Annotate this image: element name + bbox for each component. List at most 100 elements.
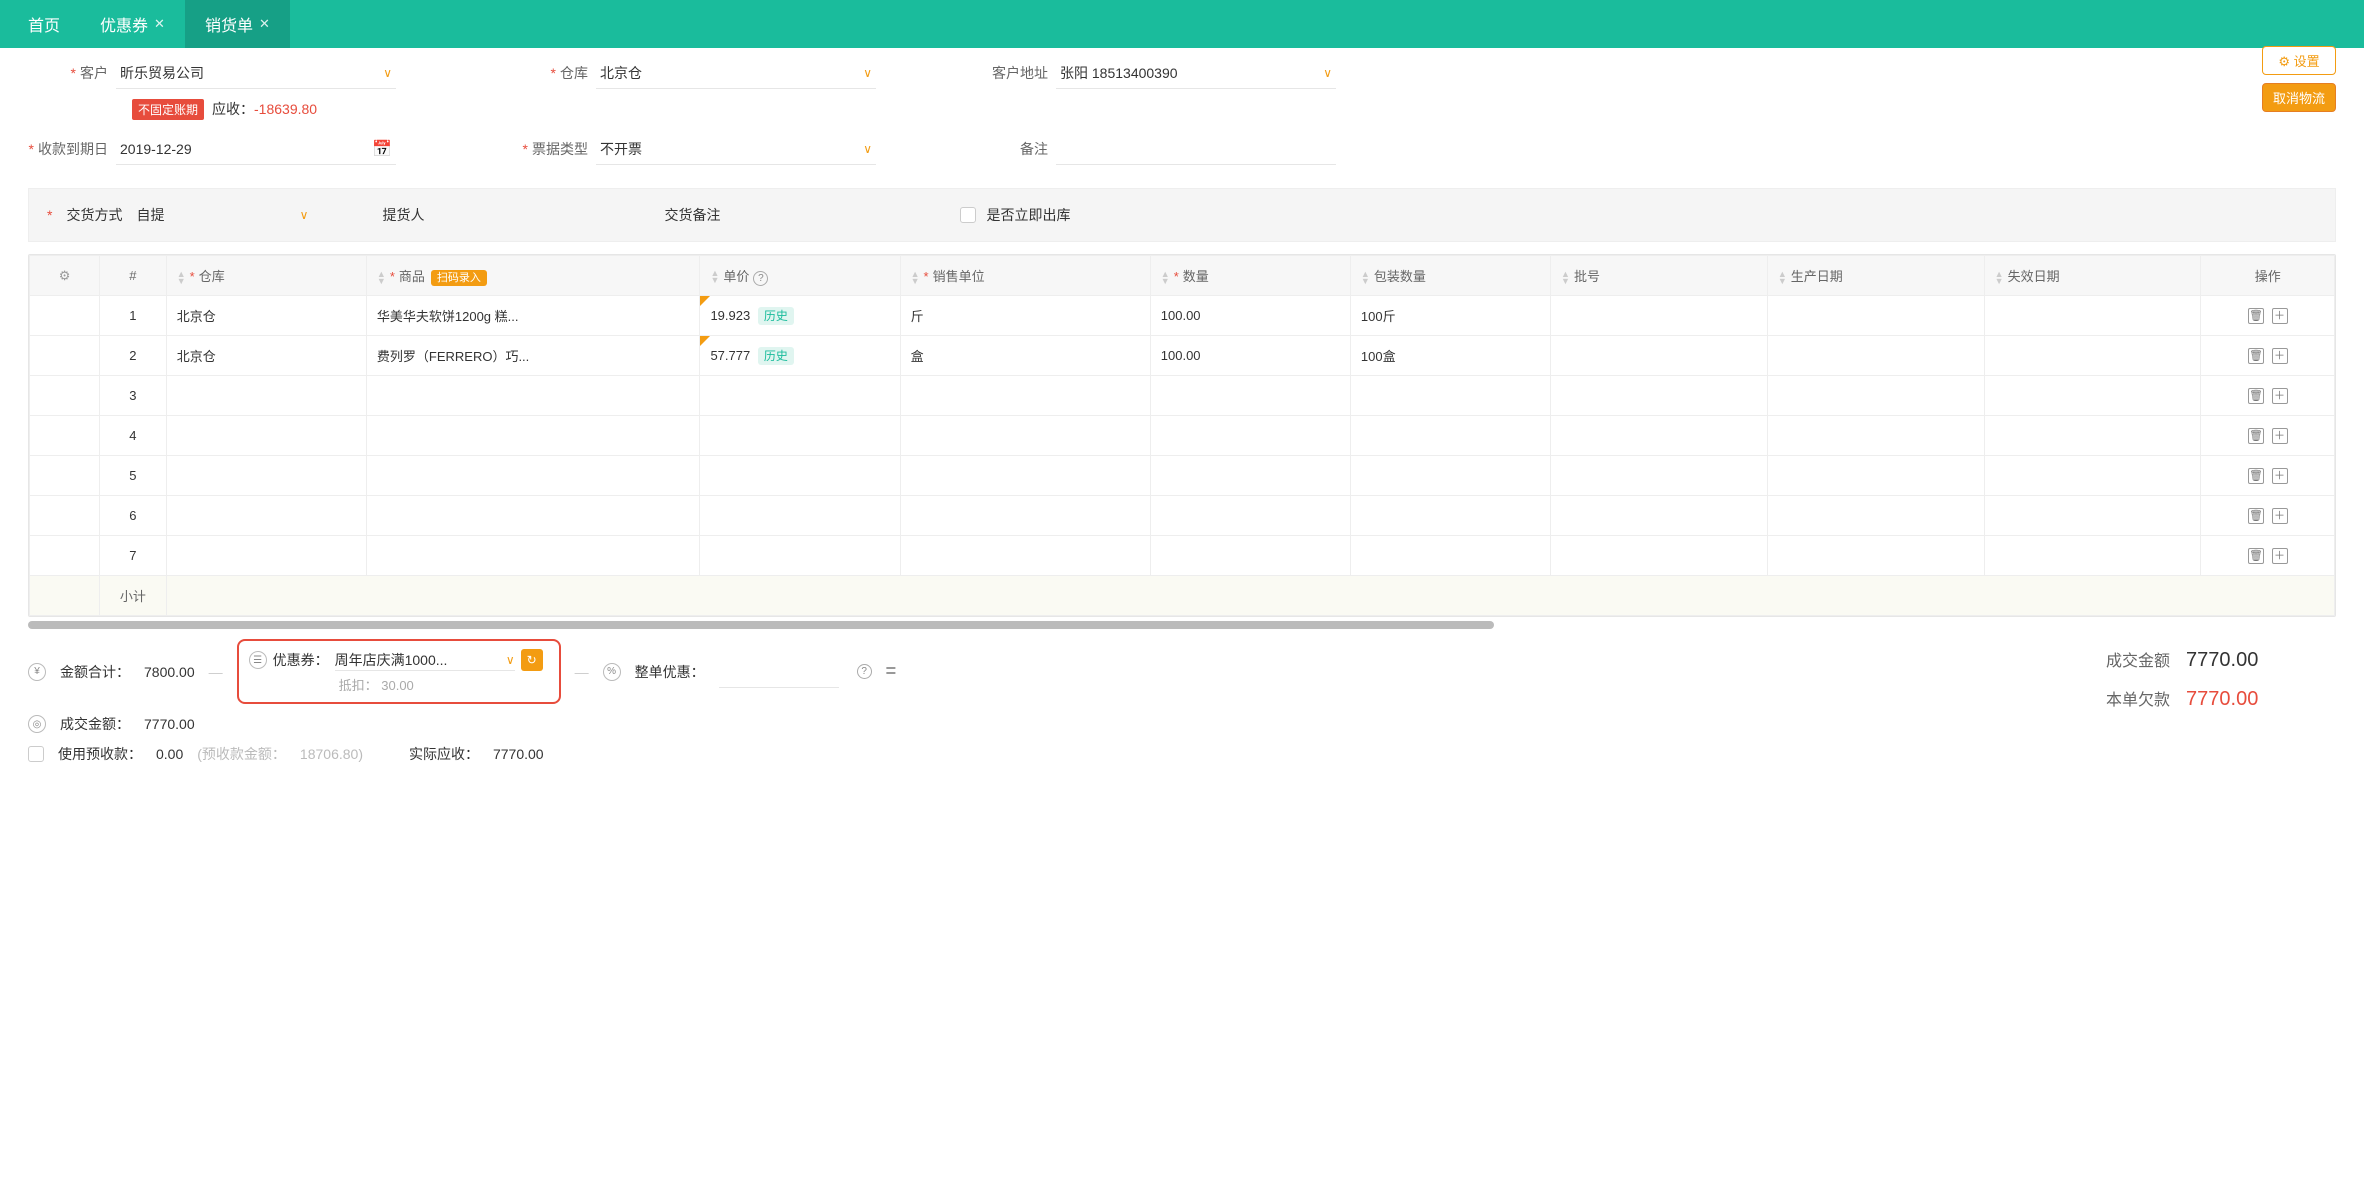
delete-row-icon[interactable]: 🗑 xyxy=(2248,388,2264,404)
discount-icon: % xyxy=(603,663,621,681)
right-deal-label: 成交金额 xyxy=(2106,647,2170,671)
table-row[interactable]: 7 🗑 ＋ xyxy=(30,536,2335,576)
footer-area: ¥ 金额合计： 7800.00 — ☰ 优惠券： 周年店庆满1000...∨ ↻… xyxy=(0,629,2364,788)
subtotal-row: 小计 xyxy=(30,576,2335,616)
table-row[interactable]: 2 北京仓 费列罗（FERRERO）巧... 57.777 历史 盒 100.0… xyxy=(30,336,2335,376)
delivery-bar: *交货方式 自提∨ 提货人 交货备注 是否立即出库 xyxy=(28,188,2336,242)
delivery-remark-input[interactable] xyxy=(730,199,890,231)
use-prepay-value: 0.00 xyxy=(156,746,183,762)
delete-row-icon[interactable]: 🗑 xyxy=(2248,468,2264,484)
chevron-down-icon: ∨ xyxy=(1303,66,1332,80)
line-items-table: ⚙ # ▲▼*仓库 ▲▼*商品扫码录入 ▲▼单价? ▲▼*销售单位 ▲▼*数量 … xyxy=(28,254,2336,617)
table-row[interactable]: 6 🗑 ＋ xyxy=(30,496,2335,536)
pay-due-date-input[interactable]: 2019-12-29📅 xyxy=(116,133,396,165)
calendar-icon: 📅 xyxy=(372,139,392,159)
total-label: 金额合计： xyxy=(60,662,130,682)
actual-recv-label: 实际应收： xyxy=(409,744,479,764)
remark-input[interactable] xyxy=(1056,133,1336,165)
sort-icon[interactable]: ▲▼ xyxy=(911,271,920,285)
tab-coupon[interactable]: 优惠券✕ xyxy=(80,0,185,48)
sort-icon[interactable]: ▲▼ xyxy=(177,271,186,285)
chevron-down-icon: ∨ xyxy=(280,208,309,222)
add-row-icon[interactable]: ＋ xyxy=(2272,508,2288,524)
sort-icon[interactable]: ▲▼ xyxy=(1361,271,1370,285)
horizontal-scrollbar[interactable] xyxy=(28,621,1494,629)
prepay-hint-label: (预收款金额： xyxy=(197,744,286,764)
deduct-label: 抵扣： xyxy=(339,678,378,693)
right-deal-value: 7770.00 xyxy=(2186,649,2258,672)
outbound-now-label: 是否立即出库 xyxy=(986,205,1070,225)
help-icon[interactable]: ? xyxy=(857,664,872,679)
sort-icon[interactable]: ▲▼ xyxy=(1778,271,1787,285)
add-row-icon[interactable]: ＋ xyxy=(2272,548,2288,564)
coupon-icon: ☰ xyxy=(249,651,267,669)
prepay-hint-value: 18706.80) xyxy=(300,746,363,762)
tab-home[interactable]: 首页 xyxy=(8,0,80,48)
coupon-box: ☰ 优惠券： 周年店庆满1000...∨ ↻ 抵扣： 30.00 xyxy=(237,639,561,704)
scan-input-button[interactable]: 扫码录入 xyxy=(431,270,487,286)
customer-address-select[interactable]: 张阳 18513400390∨ xyxy=(1056,57,1336,89)
chevron-down-icon: ∨ xyxy=(363,66,392,80)
history-button[interactable]: 历史 xyxy=(758,347,794,365)
deal-value: 7770.00 xyxy=(144,716,195,732)
use-prepay-checkbox[interactable] xyxy=(28,746,44,762)
sort-icon[interactable]: ▲▼ xyxy=(1561,271,1570,285)
use-prepay-label: 使用预收款： xyxy=(58,744,142,764)
picker-label: 提货人 xyxy=(382,205,424,225)
add-row-icon[interactable]: ＋ xyxy=(2272,348,2288,364)
table-settings-button[interactable]: ⚙ xyxy=(30,256,100,296)
sort-icon[interactable]: ▲▼ xyxy=(710,270,719,284)
chevron-down-icon: ∨ xyxy=(843,142,872,156)
delivery-remark-label: 交货备注 xyxy=(664,205,720,225)
cancel-logistics-button[interactable]: 取消物流 xyxy=(2262,83,2336,112)
delete-row-icon[interactable]: 🗑 xyxy=(2248,308,2264,324)
chevron-down-icon: ∨ xyxy=(843,66,872,80)
add-row-icon[interactable]: ＋ xyxy=(2272,468,2288,484)
refresh-coupon-button[interactable]: ↻ xyxy=(521,649,543,671)
order-discount-input[interactable] xyxy=(719,656,839,688)
delete-row-icon[interactable]: 🗑 xyxy=(2248,548,2264,564)
table-row[interactable]: 1 北京仓 华美华夫软饼1200g 糕... 19.923 历史 斤 100.0… xyxy=(30,296,2335,336)
sort-icon[interactable]: ▲▼ xyxy=(1161,271,1170,285)
receivable-value: -18639.80 xyxy=(254,101,317,117)
delivery-method-select[interactable]: 自提∨ xyxy=(132,199,312,231)
coupon-select[interactable]: 周年店庆满1000...∨ xyxy=(335,650,515,671)
add-row-icon[interactable]: ＋ xyxy=(2272,388,2288,404)
table-row[interactable]: 3 🗑 ＋ xyxy=(30,376,2335,416)
deal-icon: ◎ xyxy=(28,715,46,733)
total-value: 7800.00 xyxy=(144,664,195,680)
delete-row-icon[interactable]: 🗑 xyxy=(2248,348,2264,364)
add-row-icon[interactable]: ＋ xyxy=(2272,428,2288,444)
settings-button[interactable]: ⚙ 设置 xyxy=(2262,46,2336,75)
table-row[interactable]: 5 🗑 ＋ xyxy=(30,456,2335,496)
tab-sales-order[interactable]: 销货单✕ xyxy=(185,0,290,48)
sort-icon[interactable]: ▲▼ xyxy=(377,271,386,285)
customer-select[interactable]: 昕乐贸易公司∨ xyxy=(116,57,396,89)
delivery-method-label: 交货方式 xyxy=(66,205,122,225)
form-area: *客户 昕乐贸易公司∨ *仓库 北京仓∨ 客户地址 张阳 18513400390… xyxy=(0,48,2364,180)
equals-icon: = xyxy=(886,661,897,682)
deduct-value: 30.00 xyxy=(381,678,414,693)
right-owed-label: 本单欠款 xyxy=(2106,686,2170,710)
sort-icon[interactable]: ▲▼ xyxy=(1995,271,2004,285)
deal-label: 成交金额： xyxy=(60,714,130,734)
help-icon[interactable]: ? xyxy=(753,271,768,286)
right-owed-value: 7770.00 xyxy=(2186,688,2258,711)
actual-recv-value: 7770.00 xyxy=(493,746,544,762)
receivable-label: 应收： xyxy=(212,99,254,119)
delete-row-icon[interactable]: 🗑 xyxy=(2248,428,2264,444)
receipt-type-select[interactable]: 不开票∨ xyxy=(596,133,876,165)
history-button[interactable]: 历史 xyxy=(758,307,794,325)
period-badge: 不固定账期 xyxy=(132,99,204,120)
outbound-now-checkbox[interactable] xyxy=(960,207,976,223)
order-discount-label: 整单优惠： xyxy=(635,662,705,682)
warehouse-select[interactable]: 北京仓∨ xyxy=(596,57,876,89)
close-icon[interactable]: ✕ xyxy=(154,16,165,32)
coupon-label: 优惠券： xyxy=(273,650,329,670)
table-row[interactable]: 4 🗑 ＋ xyxy=(30,416,2335,456)
tabs-bar: 首页 优惠券✕ 销货单✕ xyxy=(0,0,2364,48)
close-icon[interactable]: ✕ xyxy=(259,16,270,32)
add-row-icon[interactable]: ＋ xyxy=(2272,308,2288,324)
picker-input[interactable] xyxy=(434,199,594,231)
delete-row-icon[interactable]: 🗑 xyxy=(2248,508,2264,524)
